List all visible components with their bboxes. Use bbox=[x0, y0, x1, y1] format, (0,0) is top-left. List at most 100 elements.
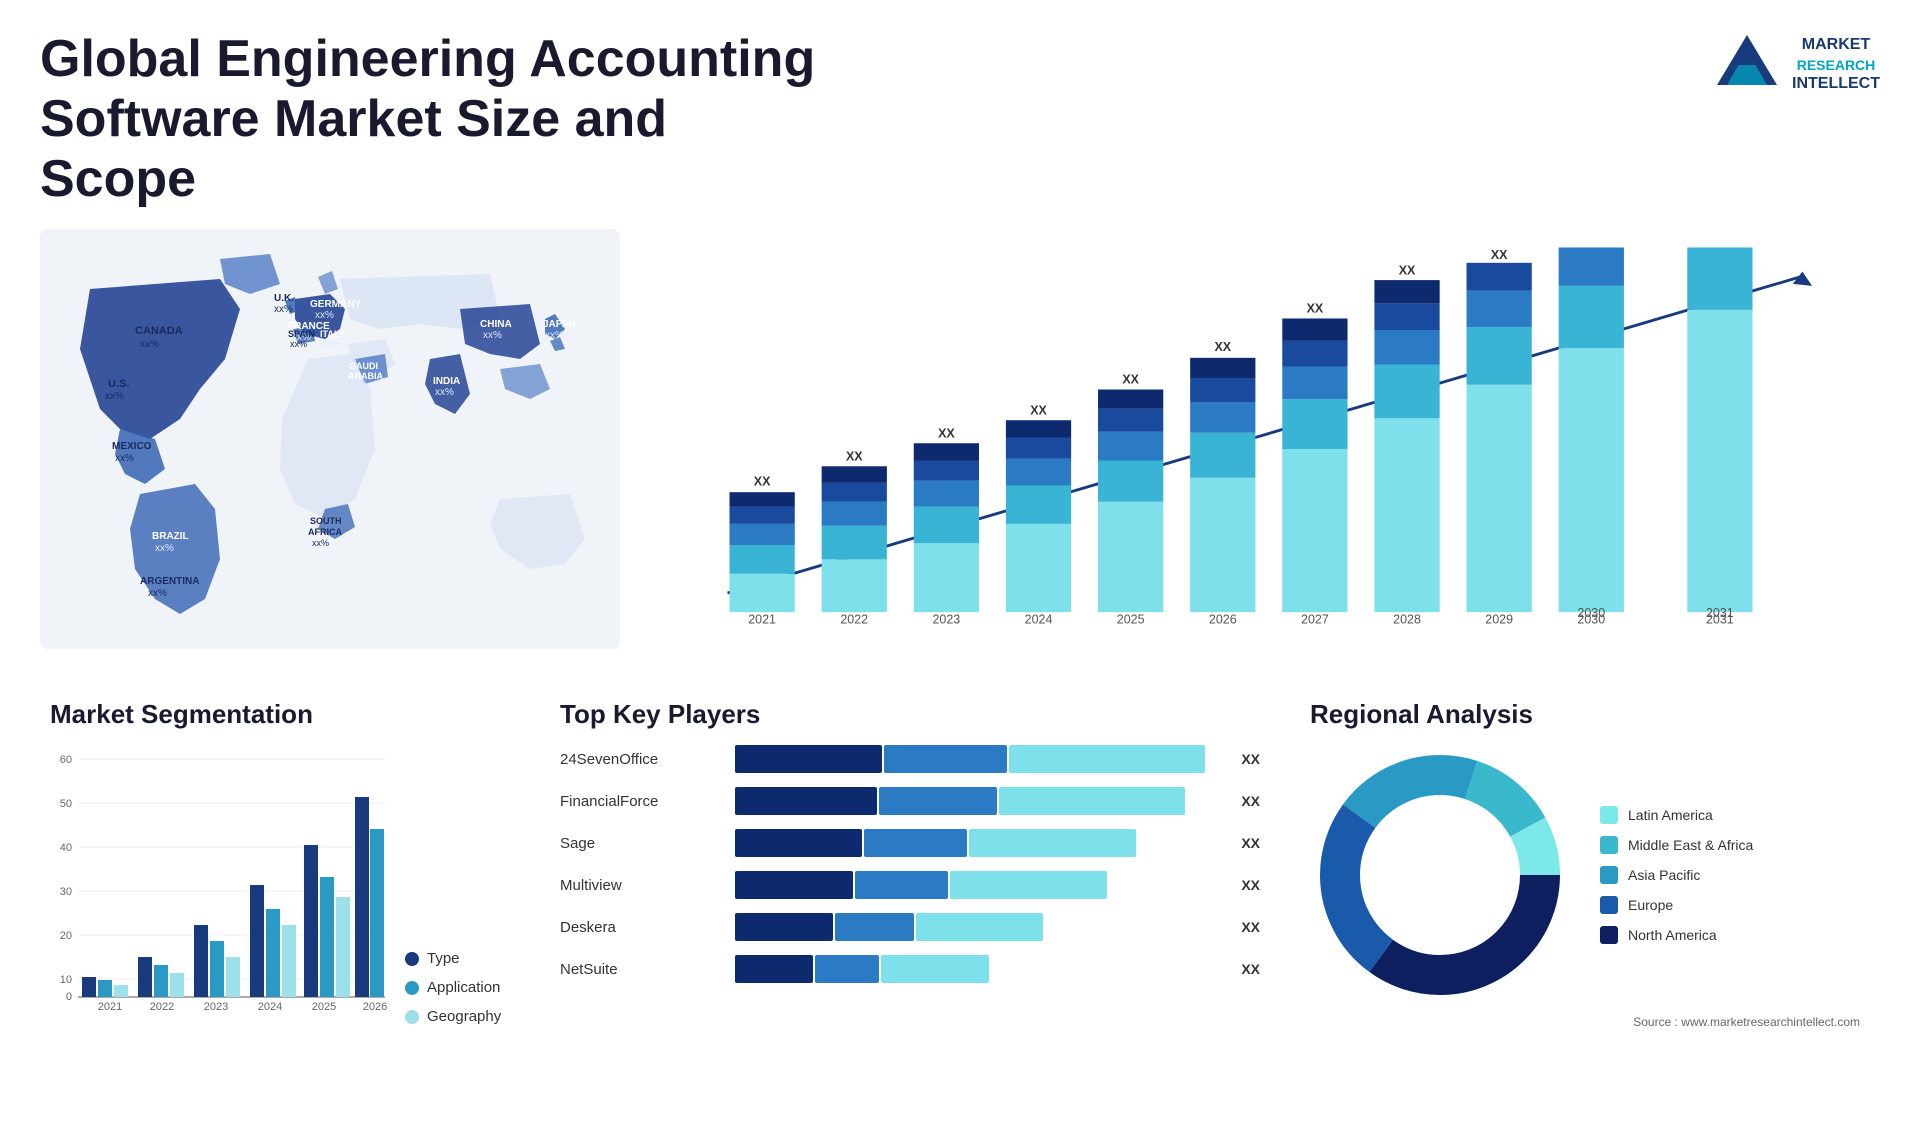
player-name-5: NetSuite bbox=[560, 961, 725, 978]
svg-text:SAUDI: SAUDI bbox=[350, 361, 378, 371]
svg-text:GERMANY: GERMANY bbox=[310, 299, 361, 310]
svg-text:2022: 2022 bbox=[840, 613, 868, 627]
segmentation-title: Market Segmentation bbox=[50, 699, 510, 730]
barchart-section: XX XX XX bbox=[650, 229, 1880, 669]
legend-latin-america: Latin America bbox=[1600, 806, 1753, 824]
svg-text:ARGENTINA: ARGENTINA bbox=[140, 576, 199, 587]
player-bar-5 bbox=[735, 955, 1225, 983]
player-row-1: FinancialForce XX bbox=[560, 787, 1260, 815]
legend-europe-label: Europe bbox=[1628, 897, 1673, 913]
map-container: CANADA xx% U.S. xx% MEXICO xx% BRAZIL xx… bbox=[40, 229, 620, 669]
svg-text:XX: XX bbox=[1214, 341, 1231, 355]
legend-north-america: North America bbox=[1600, 926, 1753, 944]
segmentation-section: Market Segmentation 60 50 40 30 20 10 0 bbox=[40, 689, 520, 1039]
players-section: Top Key Players 24SevenOffice XX Financi… bbox=[550, 689, 1270, 1039]
svg-text:2024: 2024 bbox=[258, 1001, 282, 1013]
svg-text:XX: XX bbox=[938, 427, 955, 441]
players-title: Top Key Players bbox=[560, 699, 1260, 730]
svg-text:SPAIN: SPAIN bbox=[288, 329, 315, 339]
svg-text:2022: 2022 bbox=[150, 1001, 174, 1013]
seg-bar-chart: 60 50 40 30 20 10 0 bbox=[50, 745, 390, 1025]
regional-title: Regional Analysis bbox=[1310, 699, 1870, 730]
legend-geography-label: Geography bbox=[427, 1008, 501, 1025]
svg-text:xx%: xx% bbox=[312, 538, 329, 548]
player-bar-3 bbox=[735, 871, 1225, 899]
svg-text:XX: XX bbox=[1491, 248, 1508, 262]
legend-mea-label: Middle East & Africa bbox=[1628, 837, 1753, 853]
svg-text:xx%: xx% bbox=[148, 588, 167, 599]
legend-application-dot bbox=[405, 981, 419, 995]
legend-geography: Geography bbox=[405, 1008, 501, 1025]
svg-text:2025: 2025 bbox=[312, 1001, 336, 1013]
legend-asia-pacific-color bbox=[1600, 866, 1618, 884]
logo-text: MARKET RESEARCH INTELLECT bbox=[1792, 35, 1880, 95]
svg-text:2031: 2031 bbox=[1706, 613, 1734, 627]
legend-type-label: Type bbox=[427, 950, 460, 967]
player-name-4: Deskera bbox=[560, 919, 725, 936]
player-row-0: 24SevenOffice XX bbox=[560, 745, 1260, 773]
canada-label: CANADA bbox=[135, 325, 183, 337]
svg-text:xx%: xx% bbox=[354, 381, 371, 391]
donut-chart-svg bbox=[1310, 745, 1570, 1005]
player-bar-0 bbox=[735, 745, 1225, 773]
player-value-2: XX bbox=[1241, 835, 1260, 851]
logo-line1: MARKET bbox=[1792, 35, 1880, 56]
svg-text:2025: 2025 bbox=[1117, 613, 1145, 627]
player-bar-seg-3-1 bbox=[855, 871, 948, 899]
svg-text:xx%: xx% bbox=[290, 339, 307, 349]
player-bar-seg-5-1 bbox=[815, 955, 879, 983]
player-row-3: Multiview XX bbox=[560, 871, 1260, 899]
svg-text:JAPAN: JAPAN bbox=[543, 319, 576, 330]
player-bar-seg-0-1 bbox=[884, 745, 1007, 773]
svg-text:2026: 2026 bbox=[1209, 613, 1237, 627]
player-bar-seg-3-2 bbox=[950, 871, 1107, 899]
svg-text:XX: XX bbox=[1030, 404, 1047, 418]
header: Global Engineering Accounting Software M… bbox=[40, 30, 1880, 209]
svg-text:2029: 2029 bbox=[1485, 613, 1513, 627]
svg-text:2024: 2024 bbox=[1025, 613, 1053, 627]
svg-text:xx%: xx% bbox=[274, 304, 293, 315]
page-title: Global Engineering Accounting Software M… bbox=[40, 30, 820, 209]
player-row-2: Sage XX bbox=[560, 829, 1260, 857]
svg-text:MEXICO: MEXICO bbox=[112, 441, 152, 452]
svg-text:xx%: xx% bbox=[155, 543, 174, 554]
donut-legend: Latin America Middle East & Africa Asia … bbox=[1600, 806, 1753, 944]
seg-chart-area: 60 50 40 30 20 10 0 bbox=[50, 745, 510, 1025]
legend-application-label: Application bbox=[427, 979, 500, 996]
svg-text:U.S.: U.S. bbox=[108, 378, 129, 390]
svg-text:XX: XX bbox=[1399, 264, 1416, 278]
svg-text:2023: 2023 bbox=[204, 1001, 228, 1013]
legend-geography-dot bbox=[405, 1010, 419, 1024]
player-bar-seg-4-1 bbox=[835, 913, 913, 941]
legend-asia-pacific-label: Asia Pacific bbox=[1628, 867, 1700, 883]
regional-section: Regional Analysis bbox=[1300, 689, 1880, 1039]
legend-mea: Middle East & Africa bbox=[1600, 836, 1753, 854]
player-bar-2 bbox=[735, 829, 1225, 857]
svg-text:2026: 2026 bbox=[363, 1001, 387, 1013]
svg-text:2021: 2021 bbox=[98, 1001, 122, 1013]
player-bar-seg-2-2 bbox=[969, 829, 1136, 857]
logo-line2: RESEARCH bbox=[1792, 56, 1880, 74]
svg-text:xx%: xx% bbox=[140, 339, 159, 350]
svg-text:AFRICA: AFRICA bbox=[308, 527, 342, 537]
logo-line3: INTELLECT bbox=[1792, 74, 1880, 95]
svg-text:60: 60 bbox=[60, 754, 72, 766]
player-name-3: Multiview bbox=[560, 877, 725, 894]
svg-text:2023: 2023 bbox=[933, 613, 961, 627]
player-bar-seg-3-0 bbox=[735, 871, 853, 899]
growth-chart-svg: XX XX XX bbox=[670, 239, 1860, 659]
svg-text:XX: XX bbox=[846, 450, 863, 464]
legend-mea-color bbox=[1600, 836, 1618, 854]
player-bar-seg-2-1 bbox=[864, 829, 967, 857]
svg-text:xx%: xx% bbox=[483, 330, 502, 341]
player-bar-seg-5-0 bbox=[735, 955, 813, 983]
svg-text:INDIA: INDIA bbox=[433, 376, 460, 387]
svg-text:xx%: xx% bbox=[435, 387, 454, 398]
player-bar-seg-4-2 bbox=[916, 913, 1043, 941]
player-bar-seg-5-2 bbox=[881, 955, 989, 983]
svg-text:30: 30 bbox=[60, 886, 72, 898]
svg-text:xx%: xx% bbox=[545, 330, 564, 341]
svg-text:XX: XX bbox=[1307, 302, 1324, 316]
svg-text:ITALY: ITALY bbox=[320, 329, 345, 339]
player-bar-seg-0-0 bbox=[735, 745, 882, 773]
